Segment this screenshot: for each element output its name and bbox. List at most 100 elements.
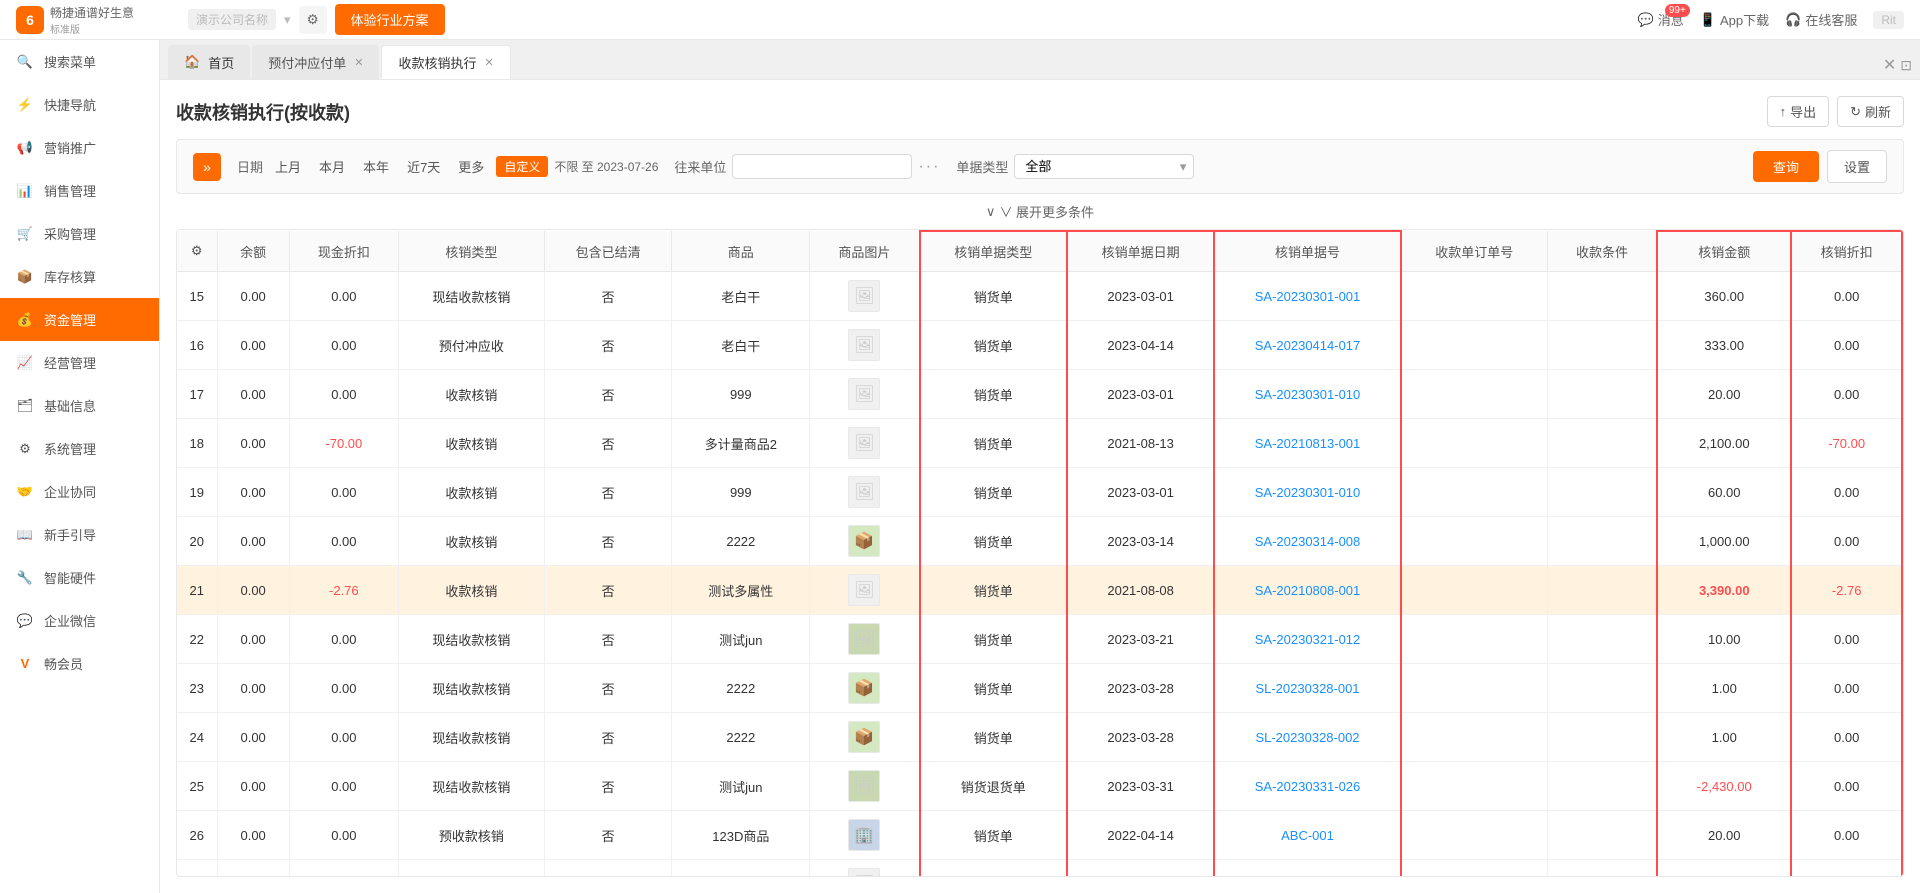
sidebar-item-label: 采购管理 <box>44 224 96 243</box>
verify-bill-link[interactable]: SA-20210808-001 <box>1255 583 1361 598</box>
sidebar-item-inventory[interactable]: 📦 库存核算 <box>0 255 159 298</box>
verify-bill-link[interactable]: SL-20230408-001 <box>1255 877 1359 878</box>
cell-verify-bill-no[interactable]: SA-20230301-010 <box>1214 370 1400 419</box>
verify-bill-link[interactable]: SA-20230414-017 <box>1255 338 1361 353</box>
cell-cash-discount: 0.00 <box>289 860 398 878</box>
cell-verify-bill-no[interactable]: ABC-001 <box>1214 811 1400 860</box>
cell-receipt-order-no <box>1401 860 1548 878</box>
sidebar-item-wechat[interactable]: 💬 企业微信 <box>0 599 159 642</box>
cell-cash-discount: 0.00 <box>289 370 398 419</box>
sidebar-item-member[interactable]: V 畅会员 <box>0 642 159 685</box>
from-unit-dots[interactable]: ··· <box>918 158 940 176</box>
sidebar-item-operations[interactable]: 📈 经营管理 <box>0 341 159 384</box>
tab-receipt-close[interactable]: ✕ <box>484 56 493 69</box>
th-settings[interactable]: ⚙ <box>177 231 217 272</box>
from-unit-input[interactable] <box>732 154 912 179</box>
cell-verify-bill-no[interactable]: SA-20230314-008 <box>1214 517 1400 566</box>
sidebar-item-marketing[interactable]: 📢 营销推广 <box>0 126 159 169</box>
cell-verify-bill-no[interactable]: SA-20210808-001 <box>1214 566 1400 615</box>
sidebar-item-system[interactable]: ⚙ 系统管理 <box>0 427 159 470</box>
verify-bill-link[interactable]: SL-20230328-001 <box>1255 681 1359 696</box>
cell-receipt-condition <box>1547 566 1657 615</box>
verify-bill-link[interactable]: SA-20230301-001 <box>1255 289 1361 304</box>
verify-bill-link[interactable]: SA-20230331-026 <box>1255 779 1361 794</box>
user-name[interactable]: Rit <box>1873 11 1904 29</box>
table-row: 24 0.00 0.00 现结收款核销 否 2222 📦 销货单 2023-03… <box>177 713 1902 762</box>
date-opt-7days[interactable]: 近7天 <box>401 155 446 178</box>
date-custom-button[interactable]: 自定义 <box>496 156 548 177</box>
sidebar-item-guide[interactable]: 📖 新手引导 <box>0 513 159 556</box>
sidebar-item-basic-info[interactable]: 🗂 基础信息 <box>0 384 159 427</box>
cell-verify-bill-no[interactable]: SA-20210813-001 <box>1214 419 1400 468</box>
cell-balance: 0.00 <box>217 370 289 419</box>
cell-idx: 20 <box>177 517 217 566</box>
cell-verify-bill-no[interactable]: SA-20230321-012 <box>1214 615 1400 664</box>
close-window-button[interactable]: ✕ <box>1883 55 1896 75</box>
cell-product-image: 🏢 <box>810 811 920 860</box>
tab-prepay-close[interactable]: ✕ <box>354 56 363 69</box>
refresh-button[interactable]: ↻ 刷新 <box>1837 96 1904 127</box>
date-opt-last-month[interactable]: 上月 <box>269 155 307 178</box>
table-body: 15 0.00 0.00 现结收款核销 否 老白干 🖼 销货单 2023-03-… <box>177 272 1902 878</box>
verify-bill-link[interactable]: ABC-001 <box>1281 828 1334 843</box>
sidebar-item-hardware[interactable]: 🔧 智能硬件 <box>0 556 159 599</box>
cell-receipt-condition <box>1547 811 1657 860</box>
table-row: 26 0.00 0.00 预收款核销 否 123D商品 🏢 销货单 2022-0… <box>177 811 1902 860</box>
expand-conditions-button[interactable]: ∨ ∨ 展开更多条件 <box>986 202 1094 221</box>
sidebar-item-finance[interactable]: 💰 资金管理 <box>0 298 159 341</box>
sidebar-item-label: 企业协同 <box>44 482 96 501</box>
cell-receipt-condition <box>1547 664 1657 713</box>
table-container[interactable]: ⚙ 余额 现金折扣 核销类型 包含已结清 商品 商品图片 核销单据类型 核销单据… <box>176 229 1904 877</box>
sidebar-item-purchase[interactable]: 🛒 采购管理 <box>0 212 159 255</box>
tab-prepay[interactable]: 预付冲应付单 ✕ <box>252 45 379 79</box>
tab-receipt-verify[interactable]: 收款核销执行 ✕ <box>381 45 510 79</box>
verify-bill-link[interactable]: SA-20230301-010 <box>1255 485 1361 500</box>
cell-receipt-condition <box>1547 370 1657 419</box>
sidebar-item-shortcuts[interactable]: ⚡ 快捷导航 <box>0 83 159 126</box>
verify-bill-link[interactable]: SA-20230301-010 <box>1255 387 1361 402</box>
verify-bill-link[interactable]: SA-20230314-008 <box>1255 534 1361 549</box>
settings-icon[interactable]: ⚙ <box>299 6 327 34</box>
filter-expand-button[interactable]: » <box>193 153 221 181</box>
export-button[interactable]: ↑ 导出 <box>1767 96 1830 127</box>
verify-bill-link[interactable]: SL-20230328-002 <box>1255 730 1359 745</box>
cell-verify-bill-no[interactable]: SA-20230414-017 <box>1214 321 1400 370</box>
sidebar-item-sales[interactable]: 📊 销售管理 <box>0 169 159 212</box>
cell-verify-type: 收款核销 <box>398 419 544 468</box>
verify-bill-link[interactable]: SA-20230321-012 <box>1255 632 1361 647</box>
message-button[interactable]: 💬 消息 99+ <box>1638 10 1684 29</box>
tab-home[interactable]: 🏠 首页 <box>168 45 250 79</box>
app-download-button[interactable]: 📱 App下载 <box>1700 10 1769 29</box>
online-service-button[interactable]: 🎧 在线客服 <box>1785 10 1857 29</box>
cell-verify-type: 现结收款核销 <box>398 272 544 321</box>
verify-bill-link[interactable]: SA-20210813-001 <box>1255 436 1361 451</box>
th-product-image: 商品图片 <box>810 231 920 272</box>
cell-balance: 0.00 <box>217 762 289 811</box>
cell-verify-bill-no[interactable]: SL-20230328-001 <box>1214 664 1400 713</box>
cell-verify-amount: 20.00 <box>1657 811 1791 860</box>
maximize-button[interactable]: ⊡ <box>1900 57 1912 74</box>
date-opt-this-year[interactable]: 本年 <box>357 155 395 178</box>
company-name[interactable]: 演示公司名称 <box>188 9 276 30</box>
cell-verify-bill-no[interactable]: SA-20230301-001 <box>1214 272 1400 321</box>
cell-verify-bill-no[interactable]: SA-20230301-010 <box>1214 468 1400 517</box>
table-row: 16 0.00 0.00 预付冲应收 否 老白干 🖼 销货单 2023-04-1… <box>177 321 1902 370</box>
cell-product: 测试多属性 <box>672 566 810 615</box>
sidebar-item-cooperation[interactable]: 🤝 企业协同 <box>0 470 159 513</box>
filter-settings-button[interactable]: 设置 <box>1827 150 1887 183</box>
cell-included-settled: 否 <box>544 664 672 713</box>
bill-type-select[interactable]: 全部 <box>1014 154 1194 179</box>
query-button[interactable]: 查询 <box>1753 151 1819 182</box>
industry-button[interactable]: 体验行业方案 <box>335 4 445 35</box>
cell-balance: 0.00 <box>217 468 289 517</box>
sidebar-item-search[interactable]: 🔍 搜索菜单 <box>0 40 159 83</box>
date-opt-more[interactable]: 更多 <box>452 155 490 178</box>
system-icon: ⚙ <box>16 440 34 458</box>
cell-verify-bill-no[interactable]: SL-20230408-001 <box>1214 860 1400 878</box>
cell-verify-bill-no[interactable]: SL-20230328-002 <box>1214 713 1400 762</box>
date-opt-this-month[interactable]: 本月 <box>313 155 351 178</box>
th-receipt-condition: 收款条件 <box>1547 231 1657 272</box>
cell-balance: 0.00 <box>217 664 289 713</box>
from-unit-filter-group: 往来单位 ··· <box>674 154 940 179</box>
cell-verify-bill-no[interactable]: SA-20230331-026 <box>1214 762 1400 811</box>
